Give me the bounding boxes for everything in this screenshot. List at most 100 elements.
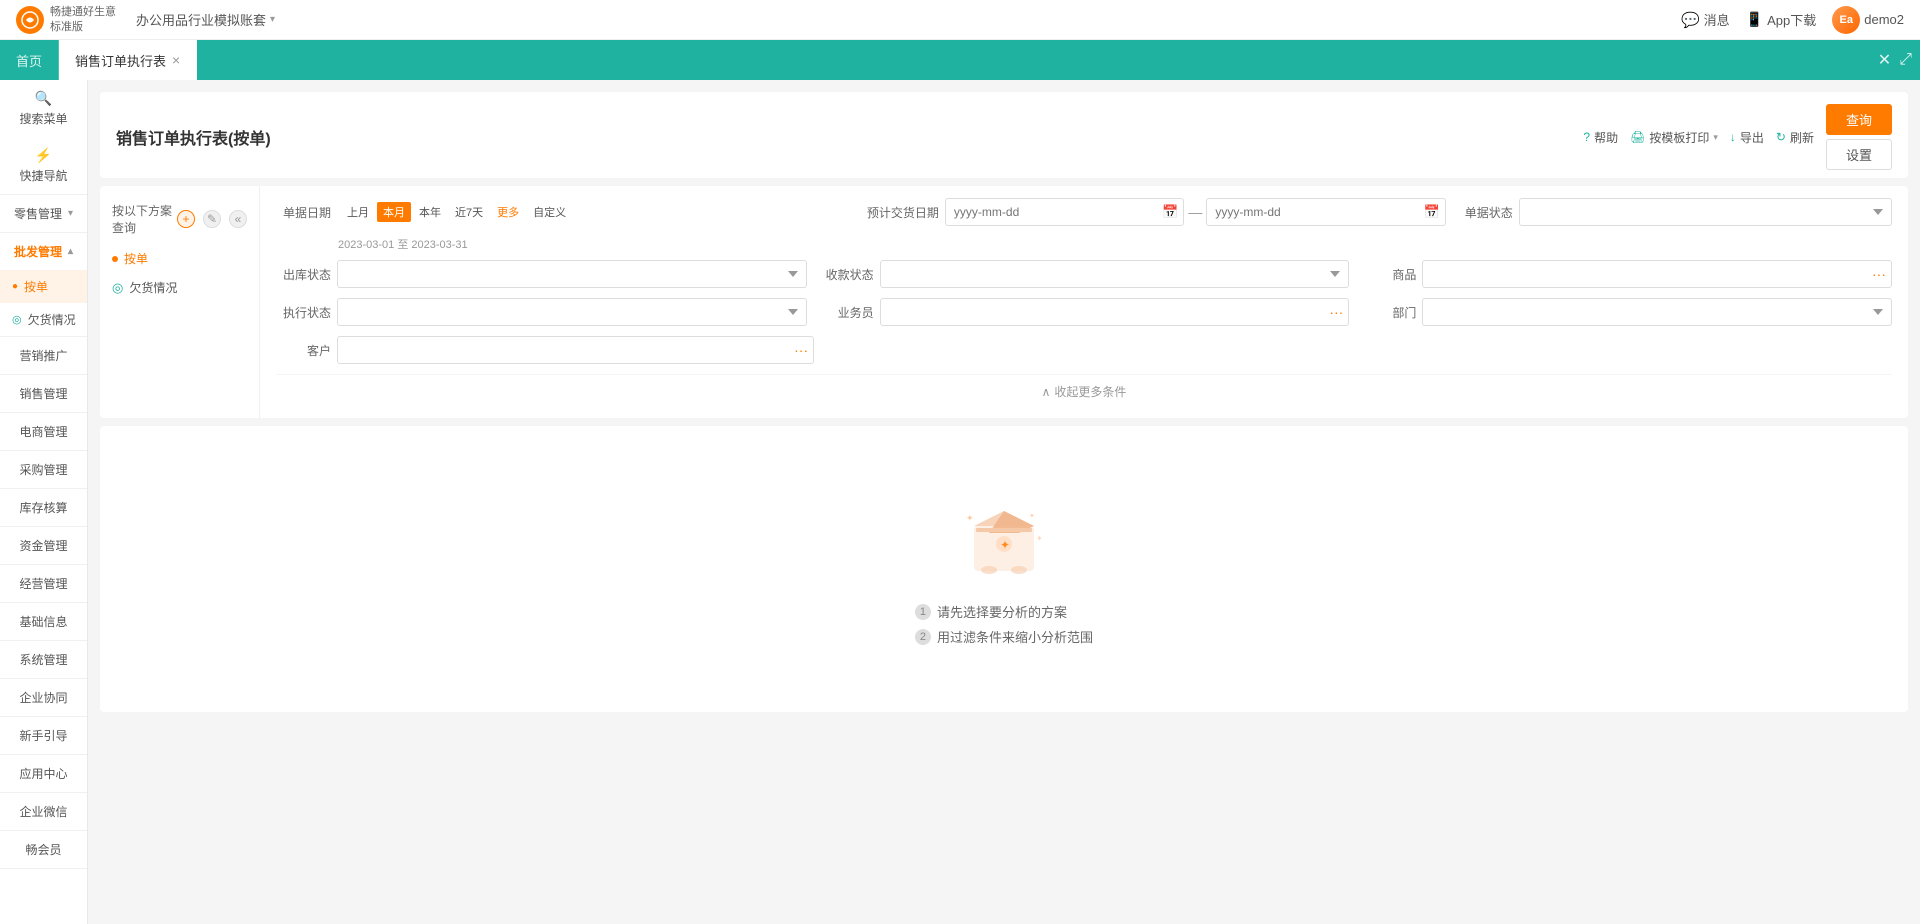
sidebar-sales-section: 销售管理 [0, 375, 87, 413]
doc-status-select[interactable] [1519, 198, 1892, 226]
by-order-dot-icon: ● [12, 281, 18, 292]
export-icon: ↓ [1730, 130, 1736, 144]
period-7days[interactable]: 近7天 [449, 202, 489, 222]
sidebar-inventory-section: 库存核算 [0, 489, 87, 527]
wholesale-expand-icon: ▴ [68, 246, 73, 257]
sidebar-item-retail[interactable]: 零售管理 ▾ [0, 195, 87, 232]
sidebar-marketing-section: 营销推广 [0, 337, 87, 375]
scheme-item-owe[interactable]: ◎ 欠货情况 [100, 273, 259, 302]
tab-bar: 首页 销售订单执行表 × ✕ ⤢ [0, 40, 1920, 80]
filter-field-doc-status: 单据状态 [1458, 198, 1892, 226]
page-title: 销售订单执行表(按单) [116, 125, 271, 149]
period-more[interactable]: 更多 [491, 202, 525, 222]
breadcrumb[interactable]: 办公用品行业模拟账套 ▾ [136, 10, 275, 29]
sidebar-item-sales[interactable]: 销售管理 [0, 375, 87, 412]
sidebar-retail: 零售管理 ▾ [0, 195, 87, 233]
doc-status-select-wrap [1519, 198, 1892, 226]
filter-sidebar-icons: + ✎ « [177, 210, 247, 228]
message-button[interactable]: 💬 消息 [1681, 10, 1730, 29]
customer-ellipsis-button[interactable]: ··· [794, 342, 808, 358]
period-this-month[interactable]: 本月 [377, 202, 411, 222]
tab-close-icon[interactable]: × [172, 52, 180, 68]
sidebar-ops-section: 经营管理 [0, 565, 87, 603]
filter-field-date: 单据日期 上月 本月 本年 近7天 更多 自定义 [276, 202, 855, 222]
svg-text:✦: ✦ [1029, 512, 1035, 520]
goods-input-wrap: ··· [1422, 260, 1892, 288]
period-tabs: 上月 本月 本年 近7天 更多 自定义 [341, 202, 572, 222]
scheme-item-by-order[interactable]: 按单 [100, 244, 259, 273]
header-left: 畅捷通好生意 标准版 办公用品行业模拟账套 ▾ [16, 5, 275, 34]
window-close-button[interactable]: ✕ [1878, 50, 1891, 70]
collapse-more-button[interactable]: ∧ 收起更多条件 [1042, 383, 1127, 400]
expected-date-start-input[interactable] [945, 198, 1184, 226]
goods-input[interactable] [1422, 260, 1892, 288]
sidebar-item-inventory[interactable]: 库存核算 [0, 489, 87, 526]
top-header: 畅捷通好生意 标准版 办公用品行业模拟账套 ▾ 💬 消息 📱 App下载 Ea … [0, 0, 1920, 40]
dept-select[interactable] [1422, 298, 1892, 326]
empty-step-2: 2 用过滤条件来缩小分析范围 [915, 627, 1093, 646]
filter-field-dept: 部门 [1361, 298, 1892, 326]
sidebar-item-purchase[interactable]: 采购管理 [0, 451, 87, 488]
settings-button[interactable]: 设置 [1826, 139, 1892, 170]
period-last-month[interactable]: 上月 [341, 202, 375, 222]
filter-row-2: 出库状态 收款状态 [276, 260, 1892, 288]
salesperson-input-wrap: ··· [880, 298, 1350, 326]
owe-icon: ◎ [112, 280, 123, 296]
avatar: Ea [1832, 6, 1860, 34]
customer-input[interactable] [337, 336, 814, 364]
period-this-year[interactable]: 本年 [413, 202, 447, 222]
exec-status-select[interactable] [337, 298, 807, 326]
sidebar-item-wechat[interactable]: 企业微信 [0, 793, 87, 830]
refresh-button[interactable]: ↻ 刷新 [1776, 129, 1814, 146]
filter-form: 单据日期 上月 本月 本年 近7天 更多 自定义 [260, 186, 1908, 418]
export-button[interactable]: ↓ 导出 [1730, 129, 1764, 146]
sidebar-item-wholesale[interactable]: 批发管理 ▴ [0, 233, 87, 270]
logo-area: 畅捷通好生意 标准版 [16, 5, 116, 34]
sidebar-item-apps[interactable]: 应用中心 [0, 755, 87, 792]
payment-status-select[interactable] [880, 260, 1350, 288]
exec-status-select-wrap [337, 298, 807, 326]
expected-date-end-input[interactable] [1206, 198, 1445, 226]
salesperson-input[interactable] [880, 298, 1350, 326]
edit-scheme-button[interactable]: ✎ [203, 210, 221, 228]
sidebar-finance-section: 资金管理 [0, 527, 87, 565]
window-expand-button[interactable]: ⤢ [1899, 51, 1912, 69]
calendar-end-icon: 📅 [1424, 204, 1440, 220]
collapse-scheme-button[interactable]: « [229, 210, 247, 228]
expected-date-end-wrap: 📅 [1206, 198, 1445, 226]
sidebar-sub-owe[interactable]: ◎ 欠货情况 [0, 303, 87, 336]
sidebar-item-vip[interactable]: 畅会员 [0, 831, 87, 868]
tab-home[interactable]: 首页 [0, 40, 59, 80]
filter-field-salesperson: 业务员 ··· [819, 298, 1350, 326]
period-custom[interactable]: 自定义 [527, 202, 572, 222]
sidebar-item-marketing[interactable]: 营销推广 [0, 337, 87, 374]
help-button[interactable]: ? 帮助 [1583, 129, 1618, 146]
user-profile[interactable]: Ea demo2 [1832, 6, 1904, 34]
sidebar-item-basic[interactable]: 基础信息 [0, 603, 87, 640]
add-scheme-button[interactable]: + [177, 210, 195, 228]
svg-text:✦: ✦ [966, 513, 974, 523]
logo-text: 畅捷通好生意 标准版 [50, 5, 116, 34]
template-print-button[interactable]: 🖨 按模板打印 ▾ [1630, 129, 1718, 146]
sidebar: 🔍 搜索菜单 ⚡ 快捷导航 零售管理 ▾ 批发管理 ▴ ● 按单 [0, 80, 88, 924]
sidebar-sub-by-order[interactable]: ● 按单 [0, 270, 87, 303]
download-icon: 📱 [1746, 11, 1763, 28]
sidebar-item-finance[interactable]: 资金管理 [0, 527, 87, 564]
sidebar-search[interactable]: 🔍 搜索菜单 [0, 80, 87, 137]
filter-field-goods: 商品 ··· [1361, 260, 1892, 288]
sidebar-item-newbie[interactable]: 新手引导 [0, 717, 87, 754]
goods-ellipsis-button[interactable]: ··· [1872, 266, 1886, 282]
app-download-button[interactable]: 📱 App下载 [1746, 10, 1817, 29]
sidebar-item-ecommerce[interactable]: 电商管理 [0, 413, 87, 450]
sidebar-item-system[interactable]: 系统管理 [0, 641, 87, 678]
query-button[interactable]: 查询 [1826, 104, 1892, 135]
salesperson-ellipsis-button[interactable]: ··· [1329, 304, 1343, 320]
header-right: 💬 消息 📱 App下载 Ea demo2 [1681, 6, 1904, 34]
tab-sales-order[interactable]: 销售订单执行表 × [59, 40, 197, 80]
page-title-bar: 销售订单执行表(按单) ? 帮助 🖨 按模板打印 ▾ ↓ 导出 [100, 92, 1908, 178]
step-1-num: 1 [915, 604, 931, 620]
sidebar-item-ops[interactable]: 经营管理 [0, 565, 87, 602]
ship-status-select[interactable] [337, 260, 807, 288]
sidebar-item-enterprise[interactable]: 企业协同 [0, 679, 87, 716]
sidebar-quick-nav[interactable]: ⚡ 快捷导航 [0, 137, 87, 194]
